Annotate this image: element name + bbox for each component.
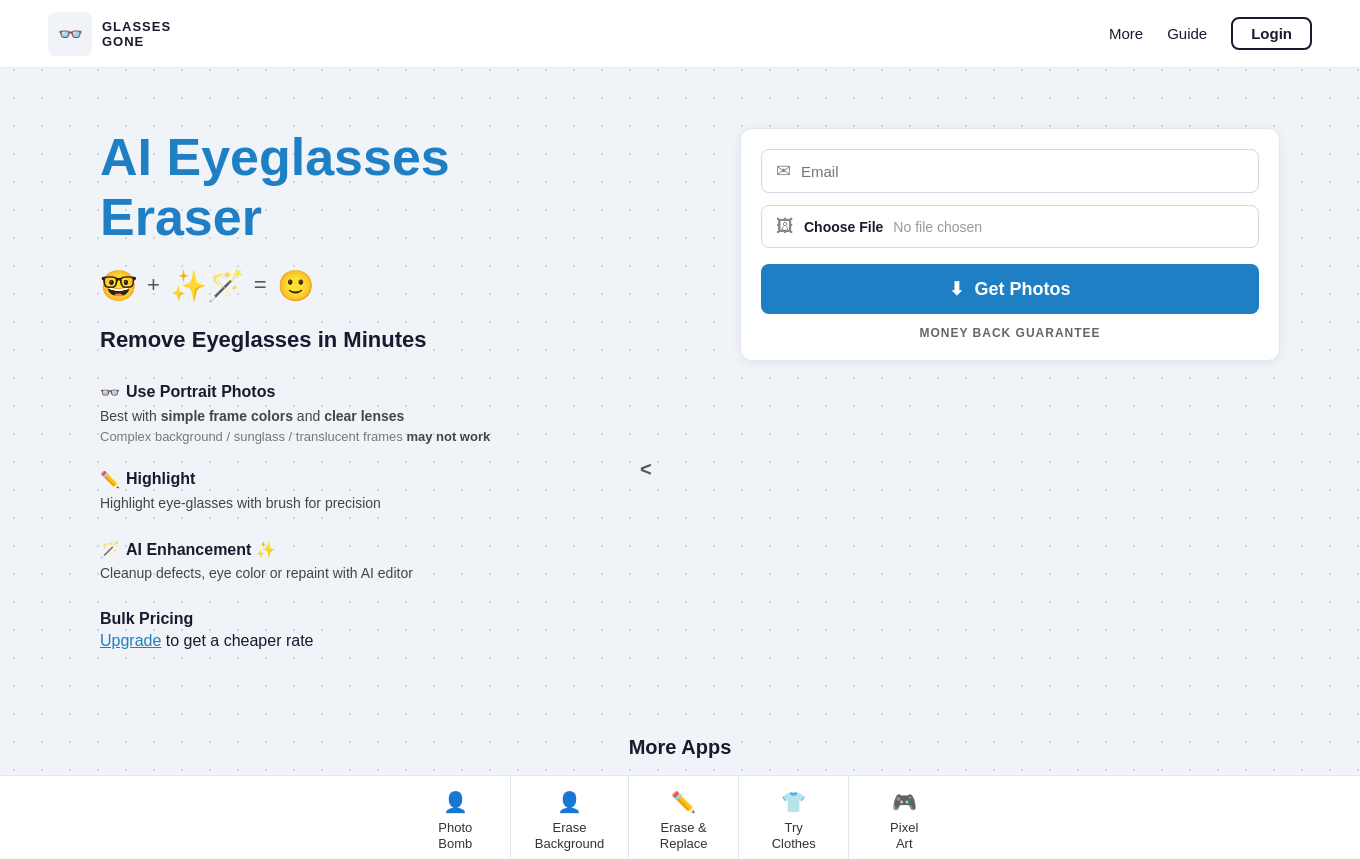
- app-card-try-clothes[interactable]: 👕 TryClothes: [739, 776, 849, 859]
- feature-portrait-note: Complex background / sunglass / transluc…: [100, 429, 680, 444]
- erase-replace-icon: ✏️: [671, 790, 696, 814]
- feature-highlight-desc: Highlight eye-glasses with brush for pre…: [100, 493, 680, 514]
- bulk-pricing: Bulk Pricing Upgrade to get a cheaper ra…: [100, 610, 680, 650]
- tagline: Remove Eyeglasses in Minutes: [100, 327, 680, 353]
- bulk-pricing-desc: Upgrade to get a cheaper rate: [100, 632, 680, 650]
- erase-background-icon: 👤: [557, 790, 582, 814]
- feature-portrait-desc: Best with simple frame colors and clear …: [100, 406, 680, 427]
- app-card-erase-background[interactable]: 👤 EraseBackground: [511, 776, 629, 859]
- photo-bomb-label: PhotoBomb: [438, 820, 472, 854]
- pixel-art-label: PixelArt: [890, 820, 918, 854]
- choose-file-button[interactable]: Choose File: [804, 219, 883, 235]
- collapse-arrow[interactable]: <: [640, 458, 652, 481]
- hero-title: AI Eyeglasses Eraser: [100, 128, 680, 248]
- image-icon: 🖼: [776, 216, 794, 237]
- smile-emoji: 🙂: [277, 268, 314, 303]
- get-photos-button[interactable]: ⬇ Get Photos: [761, 264, 1259, 314]
- nav-guide[interactable]: Guide: [1167, 25, 1207, 42]
- download-icon: ⬇: [949, 278, 964, 300]
- logo-text: GLASSES GONE: [102, 19, 171, 49]
- bulk-pricing-title: Bulk Pricing: [100, 610, 680, 628]
- login-button[interactable]: Login: [1231, 17, 1312, 50]
- feature-highlight: ✏️ Highlight Highlight eye-glasses with …: [100, 470, 680, 514]
- more-apps-section: More Apps 👤 PhotoBomb 👤 EraseBackground …: [0, 716, 1360, 859]
- try-clothes-label: TryClothes: [772, 820, 816, 854]
- app-card-pixel-art[interactable]: 🎮 PixelArt: [849, 776, 959, 859]
- right-column: ✉ 🖼 Choose File No file chosen ⬇ Get Pho…: [740, 128, 1280, 676]
- feature-portrait: 👓 Use Portrait Photos Best with simple f…: [100, 383, 680, 444]
- emoji-row: 🤓 + ✨🪄 = 🙂: [100, 268, 680, 303]
- logo-icon: 👓: [48, 12, 92, 56]
- feature-ai-desc: Cleanup defects, eye color or repaint wi…: [100, 563, 680, 584]
- form-card: ✉ 🖼 Choose File No file chosen ⬇ Get Pho…: [740, 128, 1280, 361]
- logo[interactable]: 👓 GLASSES GONE: [48, 12, 171, 56]
- pixel-art-icon: 🎮: [892, 790, 917, 814]
- magic-emoji: ✨🪄: [170, 268, 244, 303]
- main-content: AI Eyeglasses Eraser 🤓 + ✨🪄 = 🙂 Remove E…: [0, 68, 1360, 716]
- erase-replace-label: Erase &Replace: [660, 820, 708, 854]
- app-cards-row: 👤 PhotoBomb 👤 EraseBackground ✏️ Erase &…: [0, 775, 1360, 859]
- upgrade-link[interactable]: Upgrade: [100, 632, 161, 649]
- photo-bomb-icon: 👤: [443, 790, 468, 814]
- money-back-guarantee: MONEY BACK GUARANTEE: [761, 326, 1259, 340]
- equals-operator: =: [254, 272, 267, 298]
- logo-subtitle: GONE: [102, 34, 171, 49]
- bulk-pricing-text: to get a cheaper rate: [166, 632, 314, 649]
- more-apps-title: More Apps: [0, 736, 1360, 759]
- main-nav: More Guide Login: [1109, 17, 1312, 50]
- email-input[interactable]: [801, 163, 1244, 180]
- nav-more[interactable]: More: [1109, 25, 1143, 42]
- file-input-wrap: 🖼 Choose File No file chosen: [761, 205, 1259, 248]
- try-clothes-icon: 👕: [781, 790, 806, 814]
- feature-ai: 🪄 AI Enhancement ✨ Cleanup defects, eye …: [100, 540, 680, 584]
- no-file-text: No file chosen: [893, 219, 982, 235]
- app-card-photo-bomb[interactable]: 👤 PhotoBomb: [401, 776, 511, 859]
- app-card-erase-replace[interactable]: ✏️ Erase &Replace: [629, 776, 739, 859]
- feature-ai-title: 🪄 AI Enhancement ✨: [100, 540, 680, 559]
- email-input-wrap: ✉: [761, 149, 1259, 193]
- feature-portrait-title: 👓 Use Portrait Photos: [100, 383, 680, 402]
- logo-title: GLASSES: [102, 19, 171, 34]
- feature-highlight-title: ✏️ Highlight: [100, 470, 680, 489]
- plus-operator: +: [147, 272, 160, 298]
- get-photos-label: Get Photos: [974, 279, 1070, 300]
- mail-icon: ✉: [776, 160, 791, 182]
- left-column: AI Eyeglasses Eraser 🤓 + ✨🪄 = 🙂 Remove E…: [100, 128, 680, 676]
- erase-background-label: EraseBackground: [535, 820, 604, 854]
- nerd-emoji: 🤓: [100, 268, 137, 303]
